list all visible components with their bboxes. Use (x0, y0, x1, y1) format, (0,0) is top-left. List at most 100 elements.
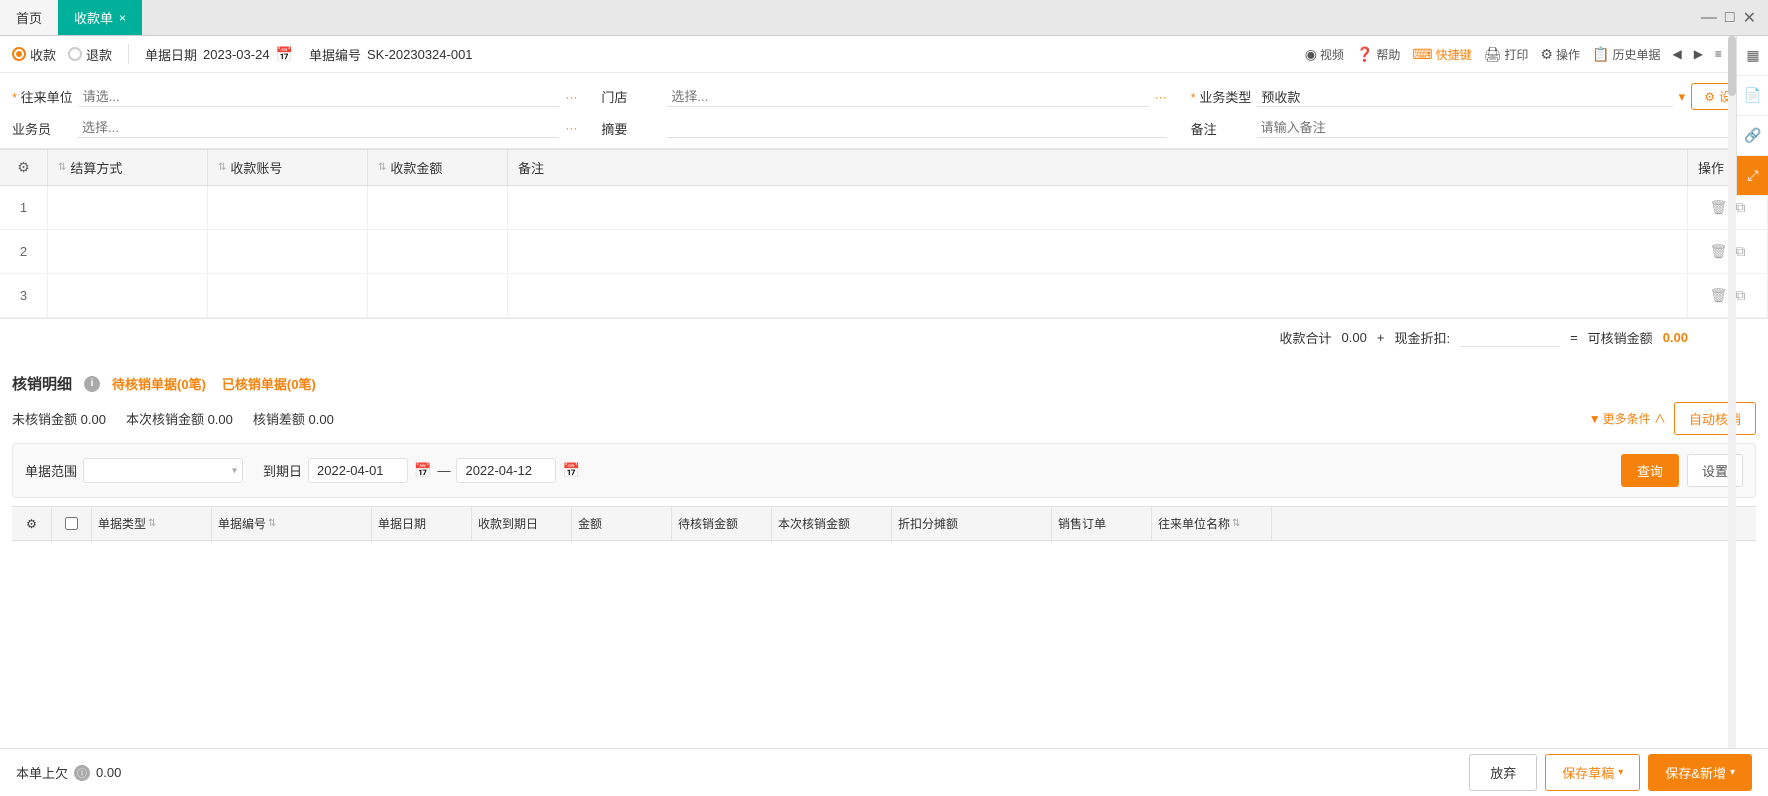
tab-home[interactable]: 首页 (0, 0, 58, 35)
view-list-icon[interactable]: ≡ (1715, 47, 1722, 61)
row-1-settlement[interactable] (48, 186, 208, 229)
shortcut-action[interactable]: ⌨ 快捷键 (1412, 46, 1471, 63)
business-type-dropdown-icon[interactable]: ▾ (1679, 89, 1686, 105)
sort-bill-no-icon[interactable]: ⇅ (268, 518, 276, 529)
th-settlement-label: 结算方式 (70, 158, 122, 177)
store-more-icon[interactable]: ··· (1155, 90, 1167, 104)
auto-clear-button[interactable]: 自动核销 (1674, 402, 1756, 435)
row-1-amount[interactable] (368, 186, 508, 229)
video-action[interactable]: ◉ 视频 (1305, 46, 1344, 63)
select-all-checkbox[interactable] (65, 517, 78, 530)
sub-table-header: ⚙ 单据类型 ⇅ 单据编号 ⇅ 单据日期 收款到期日 金额 待核销金额 (12, 506, 1756, 541)
row-3-remark[interactable] (508, 274, 1688, 317)
divider-1 (128, 44, 129, 64)
more-conditions-btn[interactable]: ▼ 更多条件 ∧ (1589, 410, 1666, 427)
summary-input[interactable] (667, 118, 1166, 138)
row-1-account[interactable] (208, 186, 368, 229)
nav-next-icon[interactable]: ▶ (1694, 47, 1703, 61)
row-3-amount[interactable] (368, 274, 508, 317)
date-picker-icon[interactable]: 📅 (276, 46, 293, 63)
reconcile-title-row: 核销明细 i 待核销单据(0笔) 已核销单据(0笔) (12, 373, 1756, 394)
sub-th-amount-label: 金额 (578, 515, 602, 532)
scroll-bar-area[interactable] (1728, 36, 1736, 748)
discard-button[interactable]: 放弃 (1469, 754, 1537, 791)
sort-amount-icon[interactable]: ⇅ (378, 162, 386, 173)
business-type-input[interactable] (1257, 87, 1672, 107)
store-input[interactable] (667, 87, 1148, 107)
staff-input[interactable] (78, 118, 559, 138)
date-from-input[interactable] (308, 458, 408, 483)
sidebar-table-icon[interactable]: ▦ (1737, 36, 1768, 76)
sidebar-expand-icon[interactable]: ⤢ (1737, 156, 1768, 196)
th-gear[interactable]: ⚙ (0, 150, 48, 185)
counterpart-input[interactable] (79, 87, 560, 107)
row-2-delete-icon[interactable]: 🗑 (1710, 243, 1728, 260)
reconcile-info-icon[interactable]: i (84, 376, 100, 392)
row-2-remark[interactable] (508, 230, 1688, 273)
tab-receipt[interactable]: 收款单 × (58, 0, 142, 35)
counterpart-more-icon[interactable]: ··· (565, 90, 577, 104)
row-3-copy-icon[interactable]: ⧉ (1735, 287, 1745, 304)
total-label: 收款合计 (1280, 328, 1332, 347)
save-new-chevron-icon: ▾ (1730, 767, 1735, 778)
range-select[interactable] (83, 458, 243, 483)
remark-input[interactable] (1257, 118, 1756, 138)
reconcile-tab-links: 待核销单据(0笔) 已核销单据(0笔) (112, 374, 316, 393)
row-1-copy-icon[interactable]: ⧉ (1735, 199, 1745, 216)
refund-radio-circle (68, 47, 82, 61)
sub-th-gear[interactable]: ⚙ (12, 507, 52, 540)
this-clear-value: 0.00 (208, 412, 233, 427)
row-3-settlement[interactable] (48, 274, 208, 317)
date-from-icon[interactable]: 📅 (414, 462, 431, 479)
row-2-settlement[interactable] (48, 230, 208, 273)
tab-close-icon[interactable]: × (119, 11, 126, 25)
row-2-copy-icon[interactable]: ⧉ (1735, 243, 1745, 260)
scroll-thumb[interactable] (1728, 36, 1736, 96)
sort-account-icon[interactable]: ⇅ (218, 162, 226, 173)
save-draft-label: 保存草稿 (1562, 763, 1614, 782)
date-to-icon[interactable]: 📅 (562, 462, 579, 479)
sub-th-this-clear-label: 本次核销金额 (778, 515, 850, 532)
save-new-button[interactable]: 保存&新增 ▾ (1648, 754, 1752, 791)
close-button[interactable]: ✕ (1743, 8, 1756, 28)
help-action[interactable]: ❓ 帮助 (1356, 46, 1400, 63)
sidebar-attach-icon[interactable]: 🔗 (1737, 116, 1768, 156)
staff-more-icon[interactable]: ··· (565, 121, 577, 135)
nav-prev-icon[interactable]: ◀ (1672, 47, 1681, 61)
sort-counterpart-icon[interactable]: ⇅ (1232, 518, 1240, 529)
row-3-account[interactable] (208, 274, 368, 317)
row-1-delete-icon[interactable]: 🗑 (1710, 199, 1728, 216)
completed-tab-link[interactable]: 已核销单据(0笔) (222, 374, 316, 393)
sort-settlement-icon[interactable]: ⇅ (58, 162, 66, 173)
pending-tab-link[interactable]: 待核销单据(0笔) (112, 374, 206, 393)
main-content: 收款 退款 单据日期 2023-03-24 📅 单据编号 SK-20230324… (0, 36, 1768, 796)
operation-icon: ⚙ (1540, 46, 1553, 63)
operation-action[interactable]: ⚙ 操作 (1540, 46, 1580, 63)
discount-input[interactable] (1460, 327, 1560, 347)
row-3-num: 3 (0, 274, 48, 317)
receipt-radio[interactable]: 收款 (12, 45, 56, 64)
minimize-button[interactable]: — (1701, 9, 1717, 27)
print-action[interactable]: 🖨 打印 (1484, 46, 1529, 63)
number-label: 单据编号 (309, 45, 361, 64)
sub-th-bill-date-label: 单据日期 (378, 515, 426, 532)
row-1-remark[interactable] (508, 186, 1688, 229)
row-3-delete-icon[interactable]: 🗑 (1710, 287, 1728, 304)
maximize-button[interactable]: □ (1725, 9, 1735, 27)
prev-info-icon[interactable]: ⓘ (74, 765, 90, 781)
sidebar-doc-icon[interactable]: 📄 (1737, 76, 1768, 116)
save-draft-button[interactable]: 保存草稿 ▾ (1545, 754, 1640, 791)
row-2-amount[interactable] (368, 230, 508, 273)
sub-th-sales-order: 销售订单 (1052, 507, 1152, 540)
sub-th-checkbox[interactable] (52, 507, 92, 540)
date-to-input[interactable] (456, 458, 556, 483)
sub-th-amount: 金额 (572, 507, 672, 540)
sub-th-due-date: 收款到期日 (472, 507, 572, 540)
query-button[interactable]: 查询 (1621, 454, 1679, 487)
sort-bill-type-icon[interactable]: ⇅ (148, 518, 156, 529)
history-action[interactable]: 📋 历史单据 (1592, 46, 1660, 63)
bottom-right: 放弃 保存草稿 ▾ 保存&新增 ▾ (1469, 754, 1752, 791)
row-2-account[interactable] (208, 230, 368, 273)
refund-radio[interactable]: 退款 (68, 45, 112, 64)
table-gear-icon[interactable]: ⚙ (17, 159, 30, 176)
